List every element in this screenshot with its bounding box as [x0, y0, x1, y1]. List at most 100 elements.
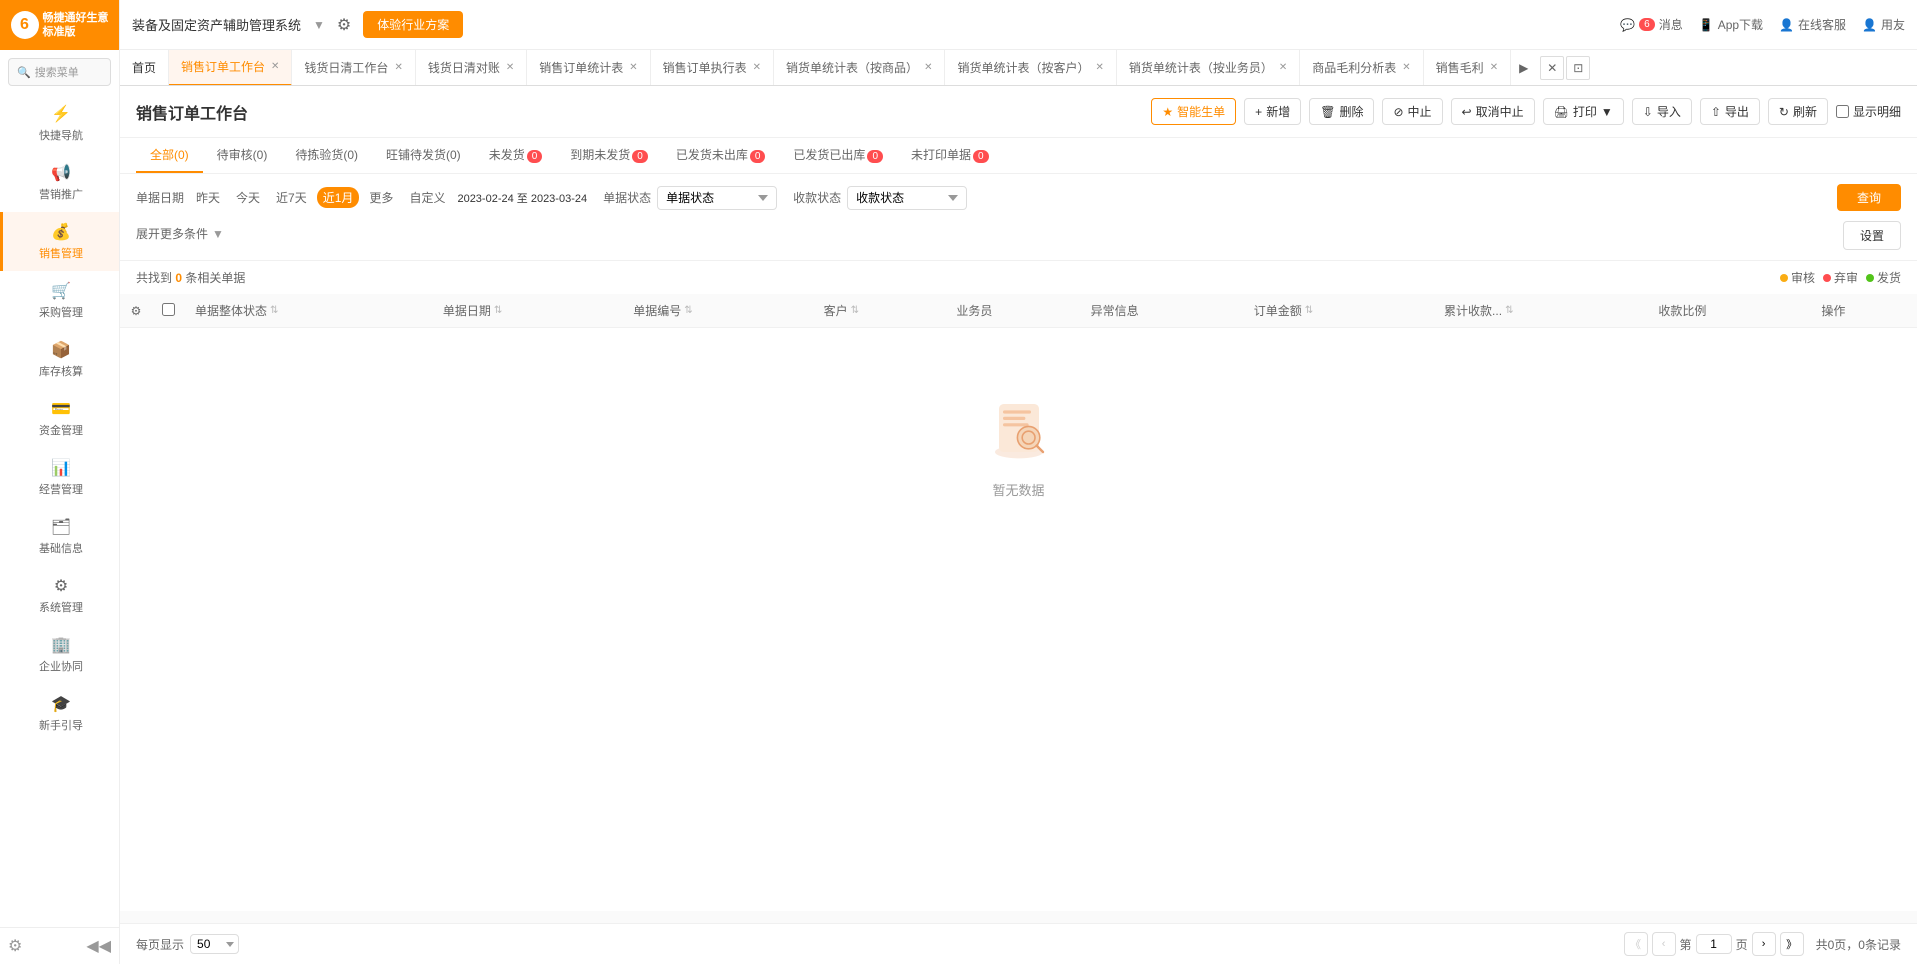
import-button[interactable]: ⇩ 导入	[1632, 98, 1692, 125]
tab-close-sales-order[interactable]: ✕	[271, 61, 279, 72]
smart-create-button[interactable]: ★ 智能生单	[1151, 98, 1236, 125]
tab-sales-order-workbench[interactable]: 销售订单工作台 ✕	[169, 50, 292, 86]
tab-sales-profit[interactable]: 销售毛利 ✕	[1424, 50, 1511, 86]
col-settings[interactable]: ⚙	[120, 294, 152, 328]
sub-tab-pending-review[interactable]: 待审核(0)	[203, 138, 282, 173]
refresh-button[interactable]: ↻ 刷新	[1768, 98, 1828, 125]
show-detail-toggle[interactable]: 显示明细	[1836, 103, 1901, 120]
sub-tab-all[interactable]: 全部(0)	[136, 138, 203, 173]
tab-close-summary-staff[interactable]: ✕	[1279, 62, 1287, 73]
show-detail-checkbox[interactable]	[1836, 105, 1849, 118]
select-all-checkbox[interactable]	[162, 303, 175, 316]
sidebar-item-system[interactable]: ⚙ 系统管理	[0, 566, 119, 625]
sidebar-item-guide[interactable]: 🎓 新手引导	[0, 684, 119, 743]
print-button[interactable]: 🖨 打印 ▼	[1543, 98, 1624, 125]
sidebar-item-quick-nav[interactable]: ⚡ 快捷导航	[0, 94, 119, 153]
sort-date[interactable]: 单据日期 ⇅	[443, 302, 613, 319]
chevron-down-icon[interactable]: ▼	[313, 18, 325, 32]
status-select[interactable]: 单据状态	[657, 186, 777, 210]
stop-button[interactable]: ⊘ 中止	[1382, 98, 1442, 125]
sidebar-item-base-info[interactable]: 🗂 基础信息	[0, 507, 119, 566]
date-last7[interactable]: 近7天	[270, 187, 313, 208]
app-download-button[interactable]: 📱 App下载	[1699, 16, 1763, 33]
sort-status[interactable]: 单据整体状态 ⇅	[195, 302, 423, 319]
next-page-button[interactable]: ›	[1752, 932, 1776, 956]
experience-button[interactable]: 体验行业方案	[363, 11, 463, 38]
sub-tab-pending-inspect[interactable]: 待拣验货(0)	[281, 138, 372, 173]
date-more[interactable]: 更多	[363, 187, 399, 208]
delete-button[interactable]: 🗑 删除	[1309, 98, 1374, 125]
empty-text: 暂无数据	[992, 480, 1044, 499]
tab-close-summary-product[interactable]: ✕	[924, 62, 932, 73]
tab-close-summary-customer[interactable]: ✕	[1095, 62, 1103, 73]
sub-tab-expired-not-shipped[interactable]: 到期未发货0	[556, 138, 662, 173]
tab-goods-margin[interactable]: 商品毛利分析表 ✕	[1300, 50, 1423, 86]
tab-close-sales-stats[interactable]: ✕	[629, 62, 637, 73]
user-button[interactable]: 👤 用友	[1862, 16, 1905, 33]
sidebar-item-finance[interactable]: 💳 资金管理	[0, 389, 119, 448]
sidebar-item-marketing[interactable]: 📢 营销推广	[0, 153, 119, 212]
deliver-action[interactable]: 发货	[1866, 269, 1901, 286]
date-last1m[interactable]: 近1月	[317, 187, 360, 208]
sort-amount[interactable]: 订单金额 ⇅	[1254, 302, 1424, 319]
sidebar-item-operations[interactable]: 📊 经营管理	[0, 448, 119, 507]
first-page-button[interactable]: 《	[1624, 932, 1648, 956]
plus-icon: +	[1255, 105, 1262, 119]
tab-close-sales-exec[interactable]: ✕	[753, 62, 761, 73]
tab-sales-summary-product[interactable]: 销货单统计表（按商品） ✕	[774, 50, 945, 86]
review-action[interactable]: 审核	[1780, 269, 1815, 286]
horizontal-scrollbar[interactable]	[120, 911, 1917, 923]
online-service-button[interactable]: 👤 在线客服	[1779, 16, 1846, 33]
tab-more-button[interactable]: ▶	[1511, 61, 1536, 75]
last-page-button[interactable]: 》	[1780, 932, 1804, 956]
sidebar-item-inventory[interactable]: 📦 库存核算	[0, 330, 119, 389]
tab-close-sales-profit[interactable]: ✕	[1490, 62, 1498, 73]
cancel-stop-button[interactable]: ↩ 取消中止	[1451, 98, 1535, 125]
sort-collected[interactable]: 累计收款... ⇅	[1444, 302, 1638, 319]
settings-header-icon[interactable]: ⚙	[337, 15, 351, 35]
sub-tab-not-printed[interactable]: 未打印单据0	[897, 138, 1003, 173]
tab-sales-exec[interactable]: 销售订单执行表 ✕	[651, 50, 774, 86]
sidebar-item-enterprise[interactable]: 🏢 企业协同	[0, 625, 119, 684]
payment-select[interactable]: 收款状态	[847, 186, 967, 210]
search-button[interactable]: 🔍 搜索菜单	[8, 58, 111, 86]
tab-close-goods-margin[interactable]: ✕	[1402, 62, 1410, 73]
date-yesterday[interactable]: 昨天	[190, 187, 226, 208]
collapse-icon[interactable]: ◀◀	[86, 936, 111, 956]
tab-sales-stats[interactable]: 销售订单统计表 ✕	[527, 50, 650, 86]
settings-icon[interactable]: ⚙	[8, 936, 22, 956]
tab-sales-summary-customer[interactable]: 销货单统计表（按客户） ✕	[945, 50, 1116, 86]
tab-close-cash-daily[interactable]: ✕	[394, 62, 402, 73]
date-custom[interactable]: 自定义	[403, 187, 451, 208]
export-button[interactable]: ⇧ 导出	[1700, 98, 1760, 125]
page-number-input[interactable]	[1696, 934, 1732, 954]
tab-cash-daily[interactable]: 钱货日清工作台 ✕	[292, 50, 415, 86]
tab-close-reconcile[interactable]: ✕	[506, 62, 514, 73]
col-ratio: 收款比例	[1648, 294, 1811, 328]
sub-tab-wangpu-pending[interactable]: 旺铺待发货(0)	[372, 138, 475, 173]
tab-cash-goods-reconcile[interactable]: 钱货日清对账 ✕	[416, 50, 527, 86]
tab-sales-summary-staff[interactable]: 销货单统计表（按业务员） ✕	[1117, 50, 1300, 86]
sort-customer[interactable]: 客户 ⇅	[824, 302, 937, 319]
sub-tab-shipped-not-out[interactable]: 已发货未出库0	[662, 138, 780, 173]
date-today[interactable]: 今天	[230, 187, 266, 208]
page-size-select[interactable]: 10 20 50 100	[190, 934, 239, 954]
tab-ctrl-prev[interactable]: ✕	[1540, 56, 1564, 80]
col-staff: 业务员	[946, 294, 1080, 328]
enterprise-icon: 🏢	[51, 635, 71, 655]
sidebar-item-purchase[interactable]: 🛒 采购管理	[0, 271, 119, 330]
add-button[interactable]: + 新增	[1244, 98, 1301, 125]
sort-number[interactable]: 单据编号 ⇅	[633, 302, 803, 319]
cancel-review-action[interactable]: 弃审	[1823, 269, 1858, 286]
prev-page-button[interactable]: ‹	[1652, 932, 1676, 956]
query-button[interactable]: 查询	[1837, 184, 1901, 211]
col-checkbox-header[interactable]	[152, 294, 185, 328]
expand-filters-button[interactable]: 展开更多条件	[136, 225, 208, 242]
sub-tab-not-shipped[interactable]: 未发货0	[475, 138, 557, 173]
sub-tab-shipped-out[interactable]: 已发货已出库0	[779, 138, 897, 173]
tab-ctrl-expand[interactable]: ⊡	[1566, 56, 1590, 80]
message-button[interactable]: 💬 6 消息	[1620, 16, 1683, 33]
tab-home[interactable]: 首页	[120, 50, 169, 86]
sidebar-item-sales[interactable]: 💰 销售管理	[0, 212, 119, 271]
set-button[interactable]: 设置	[1843, 221, 1901, 250]
